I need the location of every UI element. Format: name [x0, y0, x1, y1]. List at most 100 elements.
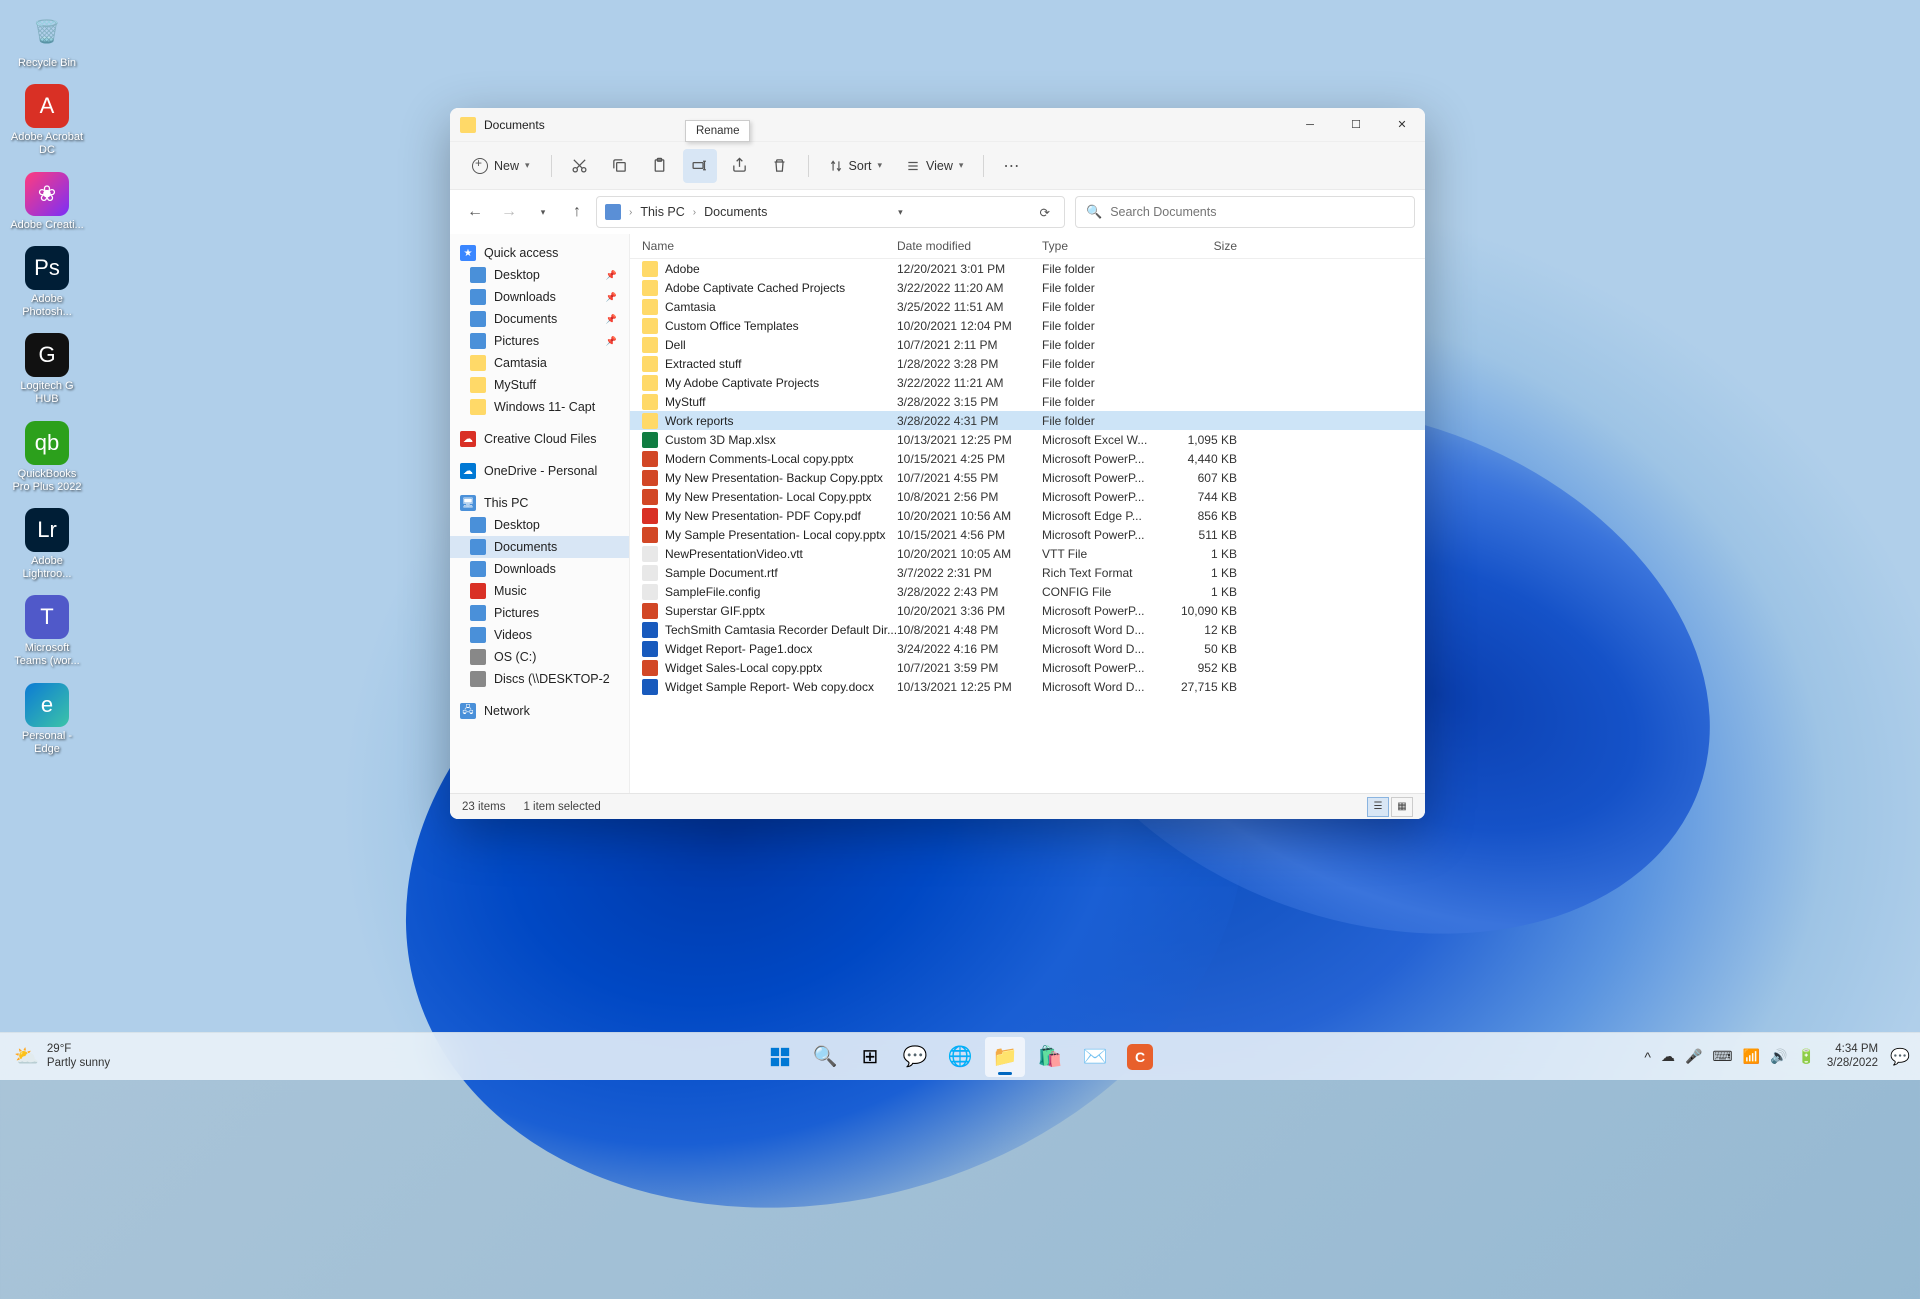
desktop-icon[interactable]: 🗑️Recycle Bin	[8, 10, 86, 70]
file-row[interactable]: My New Presentation- PDF Copy.pdf10/20/2…	[630, 506, 1425, 525]
file-row[interactable]: NewPresentationVideo.vtt10/20/2021 10:05…	[630, 544, 1425, 563]
sidebar-item[interactable]: ☁Creative Cloud Files	[450, 428, 629, 450]
file-row[interactable]: Work reports3/28/2022 4:31 PMFile folder	[630, 411, 1425, 430]
notifications-button[interactable]: 💬	[1890, 1047, 1910, 1067]
sidebar-item[interactable]: MyStuff	[450, 374, 629, 396]
file-row[interactable]: Modern Comments-Local copy.pptx10/15/202…	[630, 449, 1425, 468]
sidebar-item[interactable]: Pictures	[450, 602, 629, 624]
new-button[interactable]: New ▾	[462, 153, 540, 179]
sidebar-item[interactable]: Videos	[450, 624, 629, 646]
search-button[interactable]: 🔍	[805, 1037, 845, 1077]
file-row[interactable]: My New Presentation- Backup Copy.pptx10/…	[630, 468, 1425, 487]
sidebar-item[interactable]: Documents📌	[450, 308, 629, 330]
battery-icon[interactable]: 🔋	[1797, 1048, 1814, 1065]
explorer-button[interactable]: 📁	[985, 1037, 1025, 1077]
rename-button[interactable]	[683, 149, 717, 183]
thumbnails-view-button[interactable]: ▦	[1391, 797, 1413, 817]
close-button[interactable]: ✕	[1379, 108, 1425, 142]
desktop-icon[interactable]: qbQuickBooks Pro Plus 2022	[8, 421, 86, 494]
column-name[interactable]: Name	[642, 239, 897, 253]
file-row[interactable]: Dell10/7/2021 2:11 PMFile folder	[630, 335, 1425, 354]
search-box[interactable]: 🔍	[1075, 196, 1415, 228]
forward-button[interactable]: →	[494, 197, 524, 227]
file-row[interactable]: My Adobe Captivate Projects3/22/2022 11:…	[630, 373, 1425, 392]
sidebar-item[interactable]: 🖧Network	[450, 700, 629, 722]
file-row[interactable]: MyStuff3/28/2022 3:15 PMFile folder	[630, 392, 1425, 411]
breadcrumb-pc[interactable]: This PC	[640, 205, 684, 219]
delete-button[interactable]	[763, 149, 797, 183]
chat-button[interactable]: 💬	[895, 1037, 935, 1077]
sidebar-item[interactable]: Windows 11- Capt	[450, 396, 629, 418]
file-row[interactable]: Sample Document.rtf3/7/2022 2:31 PMRich …	[630, 563, 1425, 582]
details-view-button[interactable]: ☰	[1367, 797, 1389, 817]
sidebar-item[interactable]: Desktop	[450, 514, 629, 536]
file-row[interactable]: Camtasia3/25/2022 11:51 AMFile folder	[630, 297, 1425, 316]
file-row[interactable]: Adobe Captivate Cached Projects3/22/2022…	[630, 278, 1425, 297]
file-row[interactable]: Widget Report- Page1.docx3/24/2022 4:16 …	[630, 639, 1425, 658]
titlebar[interactable]: Documents ─ ☐ ✕	[450, 108, 1425, 142]
store-button[interactable]: 🛍️	[1030, 1037, 1070, 1077]
sidebar-item[interactable]: OS (C:)	[450, 646, 629, 668]
desktop-icon[interactable]: ❀Adobe Creati...	[8, 172, 86, 232]
file-row[interactable]: Adobe12/20/2021 3:01 PMFile folder	[630, 259, 1425, 278]
sidebar-item[interactable]: Camtasia	[450, 352, 629, 374]
tray-chevron-icon[interactable]: ^	[1644, 1049, 1651, 1065]
minimize-button[interactable]: ─	[1287, 108, 1333, 142]
task-view-button[interactable]: ⊞	[850, 1037, 890, 1077]
view-button[interactable]: View ▾	[897, 154, 972, 178]
file-row[interactable]: My Sample Presentation- Local copy.pptx1…	[630, 525, 1425, 544]
sidebar-item[interactable]: Downloads	[450, 558, 629, 580]
sort-button[interactable]: Sort ▾	[820, 154, 891, 178]
cut-button[interactable]	[563, 149, 597, 183]
sidebar-item[interactable]: Pictures📌	[450, 330, 629, 352]
onedrive-icon[interactable]: ☁	[1661, 1048, 1675, 1065]
camtasia-button[interactable]: C	[1120, 1037, 1160, 1077]
volume-icon[interactable]: 🔊	[1770, 1048, 1787, 1065]
keyboard-icon[interactable]: ⌨	[1712, 1048, 1732, 1065]
refresh-button[interactable]: ⟳	[1034, 205, 1056, 220]
maximize-button[interactable]: ☐	[1333, 108, 1379, 142]
sidebar-item[interactable]: Documents	[450, 536, 629, 558]
file-row[interactable]: Widget Sales-Local copy.pptx10/7/2021 3:…	[630, 658, 1425, 677]
mail-button[interactable]: ✉️	[1075, 1037, 1115, 1077]
sidebar-item[interactable]: Music	[450, 580, 629, 602]
edge-button[interactable]: 🌐	[940, 1037, 980, 1077]
file-row[interactable]: Custom 3D Map.xlsx10/13/2021 12:25 PMMic…	[630, 430, 1425, 449]
desktop-icon[interactable]: LrAdobe Lightroo...	[8, 508, 86, 581]
desktop-icon[interactable]: GLogitech G HUB	[8, 333, 86, 406]
sidebar-item[interactable]: 🖥This PC	[450, 492, 629, 514]
recent-button[interactable]: ▾	[528, 197, 558, 227]
address-bar[interactable]: › This PC › Documents ▾ ⟳	[596, 196, 1065, 228]
sidebar-item[interactable]: Discs (\\DESKTOP-2	[450, 668, 629, 690]
column-date[interactable]: Date modified	[897, 239, 1042, 253]
file-row[interactable]: Extracted stuff1/28/2022 3:28 PMFile fol…	[630, 354, 1425, 373]
desktop-icon[interactable]: ePersonal - Edge	[8, 683, 86, 756]
file-row[interactable]: Superstar GIF.pptx10/20/2021 3:36 PMMicr…	[630, 601, 1425, 620]
desktop-icon[interactable]: TMicrosoft Teams (wor...	[8, 595, 86, 668]
clock[interactable]: 4:34 PM 3/28/2022	[1827, 1043, 1878, 1071]
sidebar-item[interactable]: ☁OneDrive - Personal	[450, 460, 629, 482]
sidebar-item[interactable]: Desktop📌	[450, 264, 629, 286]
file-row[interactable]: SampleFile.config3/28/2022 2:43 PMCONFIG…	[630, 582, 1425, 601]
mic-icon[interactable]: 🎤	[1685, 1048, 1702, 1065]
column-type[interactable]: Type	[1042, 239, 1162, 253]
sidebar-item[interactable]: ★Quick access	[450, 242, 629, 264]
column-size[interactable]: Size	[1162, 239, 1237, 253]
file-row[interactable]: My New Presentation- Local Copy.pptx10/8…	[630, 487, 1425, 506]
share-button[interactable]	[723, 149, 757, 183]
start-button[interactable]	[760, 1037, 800, 1077]
up-button[interactable]: ↑	[562, 197, 592, 227]
file-row[interactable]: Widget Sample Report- Web copy.docx10/13…	[630, 677, 1425, 696]
file-row[interactable]: TechSmith Camtasia Recorder Default Dir.…	[630, 620, 1425, 639]
search-input[interactable]	[1110, 205, 1404, 219]
wifi-icon[interactable]: 📶	[1743, 1048, 1760, 1065]
back-button[interactable]: ←	[460, 197, 490, 227]
paste-button[interactable]	[643, 149, 677, 183]
dropdown-icon[interactable]: ▾	[892, 207, 909, 218]
system-tray[interactable]: ^ ☁ 🎤 ⌨ 📶 🔊 🔋	[1644, 1048, 1815, 1065]
desktop-icon[interactable]: PsAdobe Photosh...	[8, 246, 86, 319]
file-row[interactable]: Custom Office Templates10/20/2021 12:04 …	[630, 316, 1425, 335]
weather-widget[interactable]: ⛅ 29°F Partly sunny	[14, 1043, 110, 1071]
desktop-icon[interactable]: AAdobe Acrobat DC	[8, 84, 86, 157]
sidebar-item[interactable]: Downloads📌	[450, 286, 629, 308]
